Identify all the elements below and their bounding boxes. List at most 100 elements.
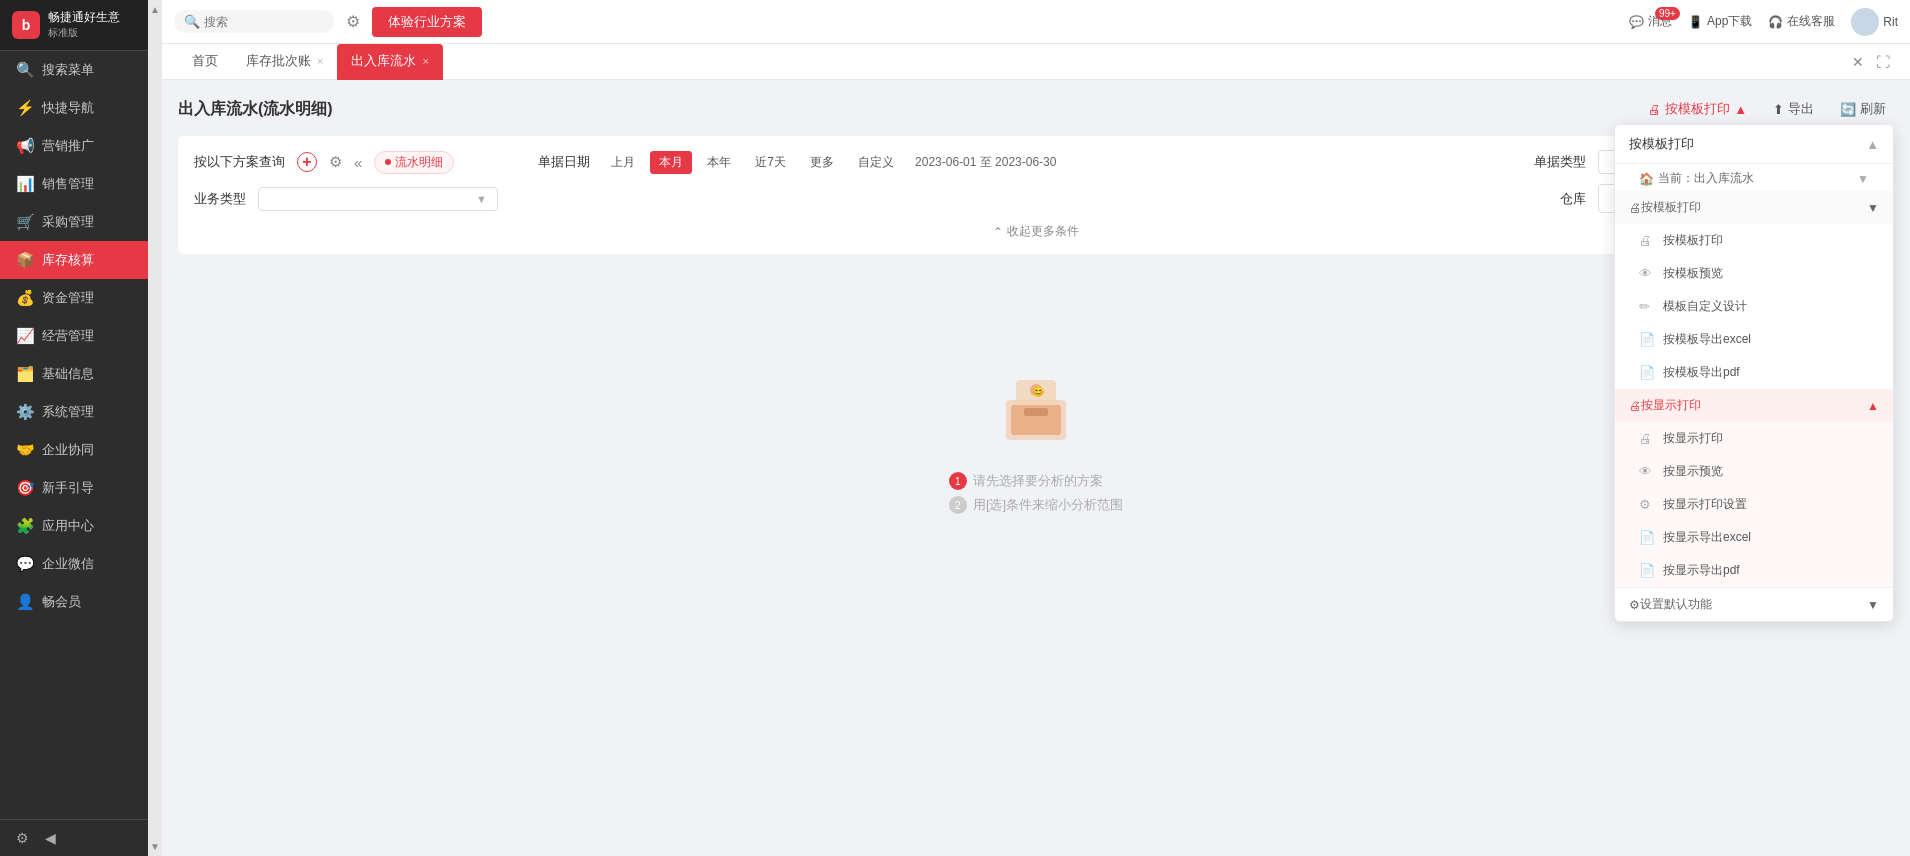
main-area: 🔍 ⚙ 体验行业方案 💬 消息 99+ 📱 App下载 🎧 在线客服 Rit <box>162 0 1910 856</box>
sidebar-item-corp[interactable]: 🤝企业协同 <box>0 431 148 469</box>
filter-settings-icon[interactable]: ⚙ <box>329 153 342 171</box>
dp-template-preview-label: 按模板预览 <box>1663 265 1723 282</box>
sidebar-item-quick-nav[interactable]: ⚡快捷导航 <box>0 89 148 127</box>
business-type-select[interactable]: ▼ <box>258 187 498 211</box>
empty-steps: 1 请先选择要分析的方案 2 用[选]条件来缩小分析范围 <box>949 466 1123 520</box>
dp-template-custom[interactable]: ✏ 模板自定义设计 <box>1615 290 1893 323</box>
dp-display-export-pdf[interactable]: 📄 按显示导出pdf <box>1615 554 1893 587</box>
date-filter: 上月 本月 本年 近7天 更多 自定义 <box>602 151 903 174</box>
corp-wechat-icon: 💬 <box>16 555 34 573</box>
date-btn-this-month[interactable]: 本月 <box>650 151 692 174</box>
display-print-section[interactable]: 🖨 按显示打印 ▲ <box>1615 389 1893 422</box>
sidebar-item-marketing[interactable]: 📢 营销推广 <box>0 127 148 165</box>
tabbar: 首页库存批次账× 出入库流水 × ✕ ⛶ <box>162 44 1910 80</box>
dropdown-up-arrow[interactable]: ▲ <box>1866 137 1879 152</box>
svg-rect-3 <box>1024 408 1048 416</box>
tab-inout-flow[interactable]: 出入库流水 × <box>337 44 442 80</box>
finance-label: 资金管理 <box>42 289 94 307</box>
trial-button[interactable]: 体验行业方案 <box>372 7 482 37</box>
filter-add-btn[interactable]: + <box>297 152 317 172</box>
logo-icon: b <box>12 11 40 39</box>
sidebar-item-operation[interactable]: 📈经营管理 <box>0 317 148 355</box>
sidebar-item-app-center[interactable]: 🧩应用中心 <box>0 507 148 545</box>
marketing-icon: 📢 <box>16 137 34 155</box>
collapse-label: 收起更多条件 <box>1007 223 1079 240</box>
dp-excel-icon: 📄 <box>1639 332 1655 347</box>
chip-dot <box>385 159 391 165</box>
sidebar-item-basic[interactable]: 🗂️基础信息 <box>0 355 148 393</box>
filter-collapse-icon[interactable]: « <box>354 154 362 171</box>
date-btn-7days[interactable]: 近7天 <box>746 151 795 174</box>
collapse-sidebar-icon[interactable]: ◀ <box>45 830 56 846</box>
tab-close-inventory-batch[interactable]: × <box>317 55 323 67</box>
user-name: Rit <box>1883 15 1898 29</box>
dp-display-print[interactable]: 🖨 按显示打印 <box>1615 422 1893 455</box>
date-btn-custom[interactable]: 自定义 <box>849 151 903 174</box>
active-filter-chip[interactable]: 流水明细 <box>374 151 454 174</box>
display-section-label: 按显示打印 <box>1641 397 1701 414</box>
dropdown-footer[interactable]: ⚙ 设置默认功能 ▼ <box>1615 587 1893 621</box>
close-all-icon[interactable]: ✕ <box>1848 50 1868 74</box>
dp-template-print[interactable]: 🖨 按模板打印 <box>1615 224 1893 257</box>
dp-display-preview[interactable]: 👁 按显示预览 <box>1615 455 1893 488</box>
sidebar-item-guide[interactable]: 🎯新手引导 <box>0 469 148 507</box>
page-actions: 🖨 按模板打印 ▲ ⬆ 导出 🔄 刷新 按模板打印 <box>1640 96 1894 122</box>
inventory-icon: 📦 <box>16 251 34 269</box>
dp-template-export-excel[interactable]: 📄 按模板导出excel <box>1615 323 1893 356</box>
messages-badge: 99+ <box>1655 7 1680 20</box>
sidebar-item-finance[interactable]: 💰资金管理 <box>0 279 148 317</box>
date-btn-last-month[interactable]: 上月 <box>602 151 644 174</box>
tab-close-inout-flow[interactable]: × <box>422 55 428 67</box>
refresh-btn[interactable]: 🔄 刷新 <box>1832 96 1894 122</box>
expand-icon[interactable]: ⛶ <box>1872 50 1894 74</box>
template-print-section[interactable]: 🖨 按模板打印 ▼ <box>1615 191 1893 224</box>
sales-icon: 📊 <box>16 175 34 193</box>
sidebar-item-system[interactable]: ⚙️系统管理 <box>0 393 148 431</box>
dropdown-current: 🏠 当前：出入库流水 ▼ <box>1615 164 1893 191</box>
tab-home[interactable]: 首页 <box>178 44 232 80</box>
export-btn[interactable]: ⬆ 导出 <box>1765 96 1822 122</box>
date-btn-this-year[interactable]: 本年 <box>698 151 740 174</box>
app-center-label: 应用中心 <box>42 517 94 535</box>
dp-template-pdf-label: 按模板导出pdf <box>1663 364 1740 381</box>
sidebar-item-member[interactable]: 👤畅会员 <box>0 583 148 621</box>
service-icon: 🎧 <box>1768 15 1783 29</box>
filter-section-label: 按以下方案查询 <box>194 153 285 171</box>
warehouse-label: 仓库 <box>1560 190 1586 208</box>
online-service-btn[interactable]: 🎧 在线客服 <box>1768 13 1835 30</box>
current-icon: 🏠 <box>1639 172 1654 186</box>
tab-label-home: 首页 <box>192 52 218 70</box>
refresh-icon: 🔄 <box>1840 102 1856 117</box>
tab-label-inout-flow: 出入库流水 <box>351 52 416 70</box>
settings-icon[interactable]: ⚙ <box>16 830 29 846</box>
messages-btn[interactable]: 💬 消息 99+ <box>1629 13 1672 30</box>
dp-template-excel-label: 按模板导出excel <box>1663 331 1751 348</box>
logo-sub: 标准版 <box>48 26 120 40</box>
member-icon: 👤 <box>16 593 34 611</box>
avatar-img <box>1851 8 1879 36</box>
print-template-label: 按模板打印 <box>1665 100 1730 118</box>
gear-icon[interactable]: ⚙ <box>346 12 360 31</box>
sidebar-item-inventory[interactable]: 📦库存核算 <box>0 241 148 279</box>
print-template-btn[interactable]: 🖨 按模板打印 ▲ <box>1640 96 1755 122</box>
date-btn-more[interactable]: 更多 <box>801 151 843 174</box>
sidebar-item-sales[interactable]: 📊销售管理 <box>0 165 148 203</box>
sidebar-scroll-handle[interactable]: ▲ ▼ <box>148 0 162 856</box>
dp-template-export-pdf[interactable]: 📄 按模板导出pdf <box>1615 356 1893 389</box>
dp-pdf-icon: 📄 <box>1639 365 1655 380</box>
tab-inventory-batch[interactable]: 库存批次账× <box>232 44 337 80</box>
marketing-label: 营销推广 <box>42 137 94 155</box>
sidebar-item-corp-wechat[interactable]: 💬企业微信 <box>0 545 148 583</box>
app-download-btn[interactable]: 📱 App下载 <box>1688 13 1752 30</box>
sidebar-item-purchase[interactable]: 🛒采购管理 <box>0 203 148 241</box>
dp-template-preview[interactable]: 👁 按模板预览 <box>1615 257 1893 290</box>
dp-disp-settings-icon: ⚙ <box>1639 497 1655 512</box>
dp-display-export-excel[interactable]: 📄 按显示导出excel <box>1615 521 1893 554</box>
sidebar-item-search-menu[interactable]: 🔍搜索菜单 <box>0 51 148 89</box>
step-2-num: 2 <box>949 496 967 514</box>
page-header: 出入库流水(流水明细) 🖨 按模板打印 ▲ ⬆ 导出 🔄 刷新 <box>178 96 1894 122</box>
search-input[interactable] <box>204 15 304 29</box>
dp-display-print-settings[interactable]: ⚙ 按显示打印设置 <box>1615 488 1893 521</box>
topbar-search-box[interactable]: 🔍 <box>174 10 334 33</box>
user-avatar[interactable]: Rit <box>1851 8 1898 36</box>
